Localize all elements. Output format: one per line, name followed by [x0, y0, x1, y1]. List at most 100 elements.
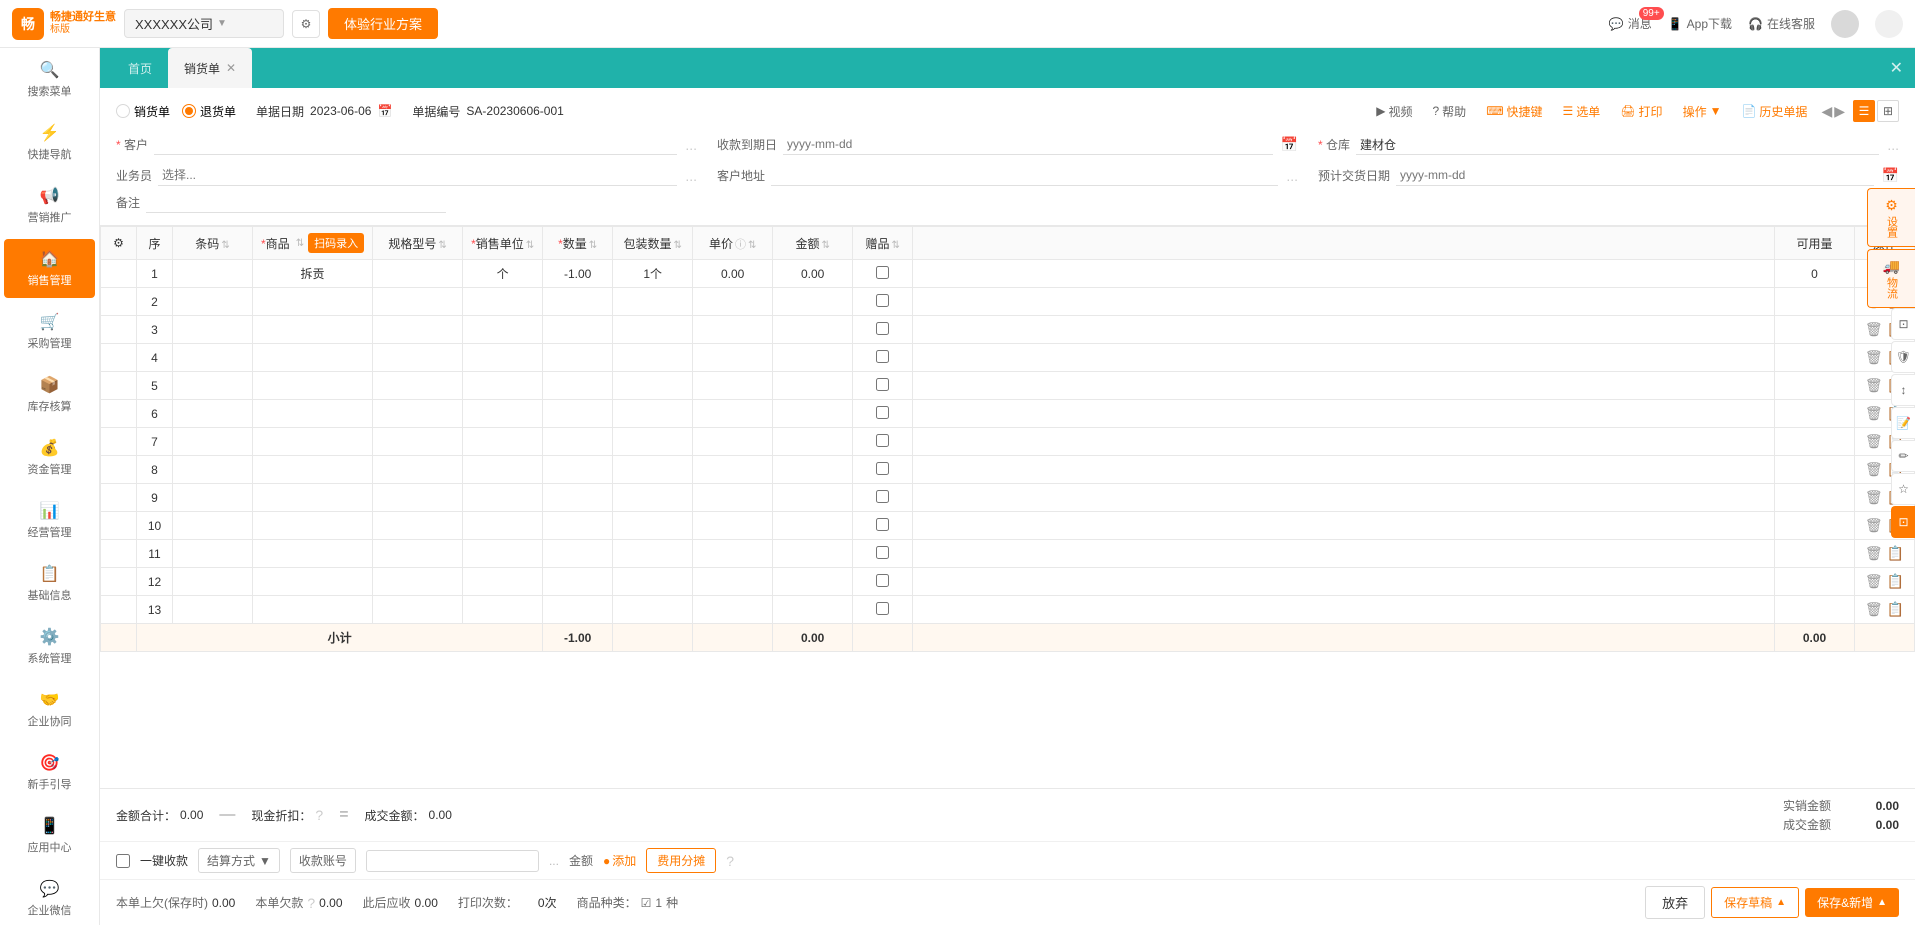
row-amount-cell[interactable]: 0.00	[773, 260, 853, 288]
row-price-cell[interactable]	[693, 288, 773, 316]
discount-help-icon[interactable]: ?	[315, 807, 323, 823]
save-draft-btn[interactable]: 保存草稿 ▲	[1711, 887, 1799, 918]
row-unit-cell[interactable]	[463, 456, 543, 484]
gift-checkbox[interactable]	[876, 266, 889, 279]
row-qty-cell[interactable]	[543, 484, 613, 512]
salesperson-dots-btn[interactable]: ...	[685, 168, 697, 184]
row-product-cell[interactable]	[253, 596, 373, 624]
fee-btn[interactable]: 费用分摊	[646, 848, 716, 873]
sidebar-item-enterprise[interactable]: 🤝 企业协同	[4, 680, 95, 739]
copy-row-icon[interactable]: 📋	[1887, 545, 1904, 562]
discard-btn[interactable]: 放弃	[1645, 886, 1705, 919]
row-spec-cell[interactable]	[373, 428, 463, 456]
table-settings-icon[interactable]: ⚙	[113, 236, 124, 250]
row-price-cell[interactable]	[693, 512, 773, 540]
row-barcode-cell[interactable]	[173, 372, 253, 400]
customer-dots-btn[interactable]: ...	[685, 137, 697, 153]
copy-row-icon[interactable]: 📋	[1887, 601, 1904, 618]
row-gift-cell[interactable]	[853, 512, 913, 540]
toolbar-help-btn[interactable]: ? 帮助	[1426, 101, 1472, 122]
payment-dots-btn[interactable]: ...	[549, 854, 559, 868]
row-spec-cell[interactable]	[373, 344, 463, 372]
gift-checkbox[interactable]	[876, 322, 889, 335]
toolbar-shortcut-btn[interactable]: ⌨ 快捷键	[1480, 101, 1548, 122]
row-product-cell[interactable]	[253, 456, 373, 484]
row-unit-cell[interactable]	[463, 512, 543, 540]
payment-calendar-icon[interactable]: 📅	[1281, 136, 1298, 153]
gift-checkbox[interactable]	[876, 602, 889, 615]
sidebar-item-purchase[interactable]: 🛒 采购管理	[4, 302, 95, 361]
row-unit-cell[interactable]	[463, 316, 543, 344]
delete-row-icon[interactable]: 🗑	[1865, 321, 1883, 338]
gift-checkbox[interactable]	[876, 294, 889, 307]
row-gift-cell[interactable]	[853, 260, 913, 288]
user-menu-icon[interactable]	[1875, 10, 1903, 38]
row-barcode-cell[interactable]	[173, 456, 253, 484]
rfb-1[interactable]: ⊡	[1891, 308, 1915, 340]
warehouse-input[interactable]	[1356, 134, 1879, 155]
row-amount-cell[interactable]	[773, 540, 853, 568]
row-amount-cell[interactable]	[773, 316, 853, 344]
sidebar-item-marketing[interactable]: 📢 营销推广	[4, 176, 95, 235]
warehouse-dots-btn[interactable]: ...	[1887, 137, 1899, 153]
view-list-btn[interactable]: ☰	[1853, 100, 1875, 122]
row-barcode-cell[interactable]	[173, 540, 253, 568]
row-gift-cell[interactable]	[853, 456, 913, 484]
row-barcode-cell[interactable]	[173, 512, 253, 540]
rfb-6[interactable]: ☆	[1891, 473, 1915, 505]
row-price-cell[interactable]	[693, 596, 773, 624]
toolbar-ops-btn[interactable]: 操作 ▼	[1677, 101, 1728, 122]
row-price-cell[interactable]	[693, 568, 773, 596]
save-new-btn[interactable]: 保存&新增 ▲	[1805, 888, 1899, 917]
row-barcode-cell[interactable]	[173, 400, 253, 428]
row-product-cell[interactable]	[253, 400, 373, 428]
row-product-cell[interactable]	[253, 540, 373, 568]
payment-method-selector[interactable]: 结算方式 ▼	[198, 848, 280, 873]
radio-return[interactable]: 退货单	[182, 103, 236, 120]
payment-amount-input[interactable]	[366, 850, 539, 872]
company-selector[interactable]: XXXXXX公司 ▼	[124, 9, 284, 38]
experience-btn[interactable]: 体验行业方案	[328, 8, 438, 39]
calendar-icon[interactable]: 📅	[377, 104, 392, 118]
row-price-cell[interactable]	[693, 428, 773, 456]
col-header-settings[interactable]: ⚙	[101, 227, 137, 260]
logistics-side-btn[interactable]: 🚚 物流	[1867, 249, 1915, 308]
row-price-cell[interactable]	[693, 540, 773, 568]
delete-row-icon[interactable]: 🗑	[1865, 405, 1883, 422]
row-price-cell[interactable]	[693, 400, 773, 428]
row-barcode-cell[interactable]	[173, 428, 253, 456]
row-qty-cell[interactable]	[543, 568, 613, 596]
avatar[interactable]	[1831, 10, 1859, 38]
copy-row-icon[interactable]: 📋	[1887, 573, 1904, 590]
row-gift-cell[interactable]	[853, 428, 913, 456]
settings-button[interactable]: ⚙	[292, 10, 320, 38]
message-button[interactable]: 💬 消息 99+	[1609, 15, 1652, 32]
gift-checkbox[interactable]	[876, 378, 889, 391]
payment-due-input[interactable]	[783, 134, 1273, 155]
row-price-cell[interactable]	[693, 316, 773, 344]
row-spec-cell[interactable]	[373, 456, 463, 484]
row-price-cell[interactable]	[693, 456, 773, 484]
row-spec-cell[interactable]	[373, 512, 463, 540]
online-service-button[interactable]: 🎧 在线客服	[1748, 15, 1815, 32]
delete-row-icon[interactable]: 🗑	[1865, 545, 1883, 562]
row-unit-cell[interactable]	[463, 540, 543, 568]
row-pack-cell[interactable]	[613, 316, 693, 344]
row-qty-cell[interactable]	[543, 372, 613, 400]
row-pack-cell[interactable]	[613, 344, 693, 372]
sidebar-item-sales[interactable]: 🏠 销售管理	[4, 239, 95, 298]
row-pack-cell[interactable]	[613, 456, 693, 484]
row-amount-cell[interactable]	[773, 288, 853, 316]
row-unit-cell[interactable]	[463, 400, 543, 428]
salesperson-input[interactable]	[158, 165, 677, 186]
customer-addr-input[interactable]	[771, 165, 1278, 186]
row-barcode-cell[interactable]	[173, 596, 253, 624]
row-amount-cell[interactable]	[773, 596, 853, 624]
row-unit-cell[interactable]	[463, 372, 543, 400]
row-gift-cell[interactable]	[853, 568, 913, 596]
sidebar-item-guide[interactable]: 🎯 新手引导	[4, 743, 95, 802]
sidebar-item-shortcut[interactable]: ⚡ 快捷导航	[4, 113, 95, 172]
row-product-cell[interactable]	[253, 288, 373, 316]
sidebar-item-wechat[interactable]: 💬 企业微信	[4, 869, 95, 925]
row-product-cell[interactable]	[253, 372, 373, 400]
